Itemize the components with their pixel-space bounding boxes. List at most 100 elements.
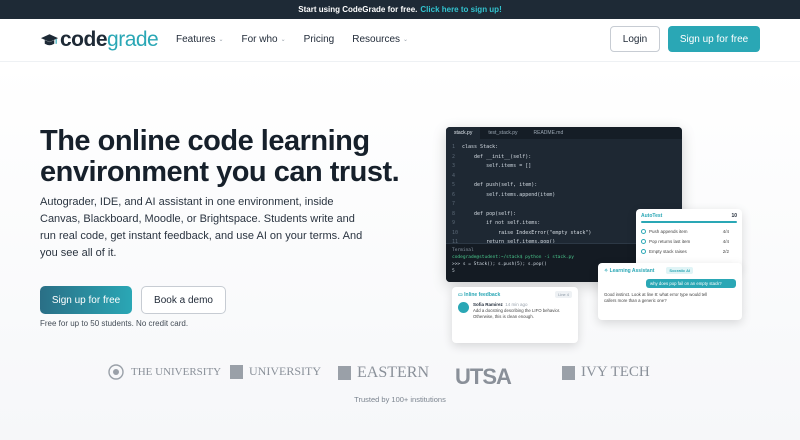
line-number: 7 — [452, 201, 456, 207]
feedback-body: Sofia Ramirez 14 min ago Add a docstring… — [452, 302, 578, 320]
menu-label: Resources — [352, 34, 401, 45]
code-text: self.items.append(item) — [462, 191, 556, 198]
institution-name: UNIVERSITY — [249, 364, 321, 378]
learning-assistant-card: ✧ Learning Assistant Socratic AI why doe… — [598, 263, 742, 320]
institution-logo: IVY TECH — [562, 364, 650, 381]
institution-logo: EASTERN — [338, 364, 429, 382]
feedback-author: Sofia Ramirez — [473, 302, 503, 307]
menu-item-resources[interactable]: Resources ⌄ — [352, 34, 408, 45]
trusted-label: Trusted by 100+ institutions — [354, 395, 446, 404]
test-label: Pop returns last item — [649, 238, 691, 244]
chevron-down-icon: ⌄ — [280, 37, 286, 43]
logo-text-grade: grade — [107, 28, 159, 51]
menu-item-features[interactable]: Features ⌄ — [176, 34, 224, 45]
institution-name: IVY TECH — [581, 364, 650, 380]
assistant-header: ✧ Learning Assistant Socratic AI — [598, 263, 742, 278]
feedback-time: 14 min ago — [505, 302, 528, 307]
graduation-cap-icon — [40, 34, 59, 46]
menu-item-pricing[interactable]: Pricing — [304, 34, 335, 45]
code-text: def __init__(self): — [462, 153, 532, 160]
code-text: def push(self, item): — [462, 182, 538, 188]
shield-icon — [562, 365, 575, 380]
line-number: 4 — [452, 172, 456, 179]
test-row: Empty stack raises 2/2 — [636, 246, 742, 256]
institution-logo: UNIVERSITY — [230, 364, 321, 379]
announcement-text: Start using CodeGrade for free. — [298, 5, 418, 14]
line-number: 6 — [452, 191, 456, 198]
autotest-progress-bar — [641, 221, 737, 223]
code-line: 2 def __init__(self): — [452, 153, 682, 163]
check-circle-icon — [641, 248, 646, 254]
code-line: 3 self.items = [] — [452, 162, 682, 172]
ide-tab: test_stack.py — [488, 130, 518, 136]
code-text: class Stack: — [462, 144, 499, 150]
code-line: 4 — [452, 172, 682, 182]
assistant-title: Learning Assistant — [609, 267, 655, 274]
line-number: 8 — [452, 210, 456, 217]
code-text: raise IndexError("empty stack") — [462, 229, 592, 236]
book-demo-button[interactable]: Book a demo — [141, 286, 226, 314]
autotest-title: AutoTest — [641, 213, 663, 219]
line-number: 5 — [452, 182, 456, 188]
menu-label: Pricing — [303, 34, 335, 45]
hero-title: The online code learning environment you… — [40, 125, 400, 188]
line-number: 9 — [452, 220, 456, 226]
hero-note: Free for up to 50 students. No credit ca… — [40, 319, 189, 328]
login-button[interactable]: Login — [610, 26, 660, 52]
menu-item-for-who[interactable]: For who ⌄ — [242, 34, 286, 45]
code-text: if not self.items: — [462, 220, 541, 226]
chevron-down-icon: ⌄ — [403, 37, 409, 43]
institution-name: EASTERN — [357, 364, 429, 381]
feedback-title: Inline feedback — [464, 291, 501, 298]
code-text: self.items = [] — [462, 163, 532, 169]
crest-icon — [108, 364, 124, 380]
shield-icon — [230, 364, 243, 379]
institution-name: THE UNIVERSITY — [131, 366, 222, 378]
test-score: 4/4 — [722, 228, 729, 234]
main-menu: Features ⌄ For who ⌄ Pricing Resources ⌄ — [176, 34, 408, 45]
test-score: 2/2 — [722, 248, 729, 254]
autotest-card: AutoTest 10 Push appends item 4/4 Pop ret… — [636, 209, 742, 269]
autotest-score: 10 — [731, 213, 737, 219]
hero-description: Autograder, IDE, and AI assistant in one… — [40, 196, 363, 259]
line-number: 2 — [452, 153, 456, 160]
code-line: 6 self.items.append(item) — [452, 191, 682, 201]
navbar: code grade Features ⌄ For who ⌄ Pricing Res… — [0, 19, 800, 62]
ide-tab: stack.py — [446, 127, 481, 139]
ide-tab: README.md — [533, 130, 564, 136]
announcement-link[interactable]: Click here to sign up! — [420, 5, 501, 14]
institution-logos: THE UNIVERSITY UNIVERSITY EASTERN UTSA I… — [0, 364, 800, 389]
institution-logo: THE UNIVERSITY — [107, 364, 221, 380]
avatar — [458, 302, 469, 313]
code-line: 5 def push(self, item): — [452, 181, 682, 191]
institution-name: UTSA — [455, 364, 512, 389]
line-number: 1 — [452, 144, 456, 150]
test-label: Push appends item — [649, 228, 688, 234]
code-line: 1 class Stack: — [452, 143, 682, 153]
chevron-down-icon: ⌄ — [218, 37, 224, 43]
feedback-message: Add a docstring describing the LIFO beha… — [473, 308, 561, 319]
shield-icon — [338, 366, 351, 380]
user-message: why does pop fail on an empty stack? — [646, 279, 736, 288]
test-row: Pop returns last item 4/4 — [636, 236, 742, 246]
feedback-header: ▭ Inline feedback Line 4 — [452, 287, 578, 302]
hero-signup-button[interactable]: Sign up for free — [40, 286, 132, 314]
inline-feedback-card: ▭ Inline feedback Line 4 Sofia Ramirez 1… — [452, 287, 578, 343]
test-score: 4/4 — [722, 238, 729, 244]
logo-text-code: code — [60, 28, 108, 51]
autotest-header: AutoTest 10 — [636, 209, 742, 221]
check-circle-icon — [641, 238, 646, 244]
ide-tabs: stack.py test_stack.py README.md — [446, 127, 682, 139]
menu-label: For who — [241, 34, 278, 45]
line-number: 3 — [452, 163, 456, 169]
announcement-bar: Start using CodeGrade for free. Click he… — [0, 0, 800, 19]
check-circle-icon — [641, 228, 646, 234]
test-row: Push appends item 4/4 — [636, 226, 742, 236]
menu-label: Features — [176, 34, 216, 45]
line-number: 10 — [452, 229, 459, 236]
logo[interactable]: code grade — [40, 28, 159, 52]
feedback-line-badge: Line 4 — [555, 291, 572, 298]
test-label: Empty stack raises — [649, 248, 687, 254]
institution-logo: UTSA — [455, 364, 512, 390]
signup-button[interactable]: Sign up for free — [668, 26, 760, 52]
